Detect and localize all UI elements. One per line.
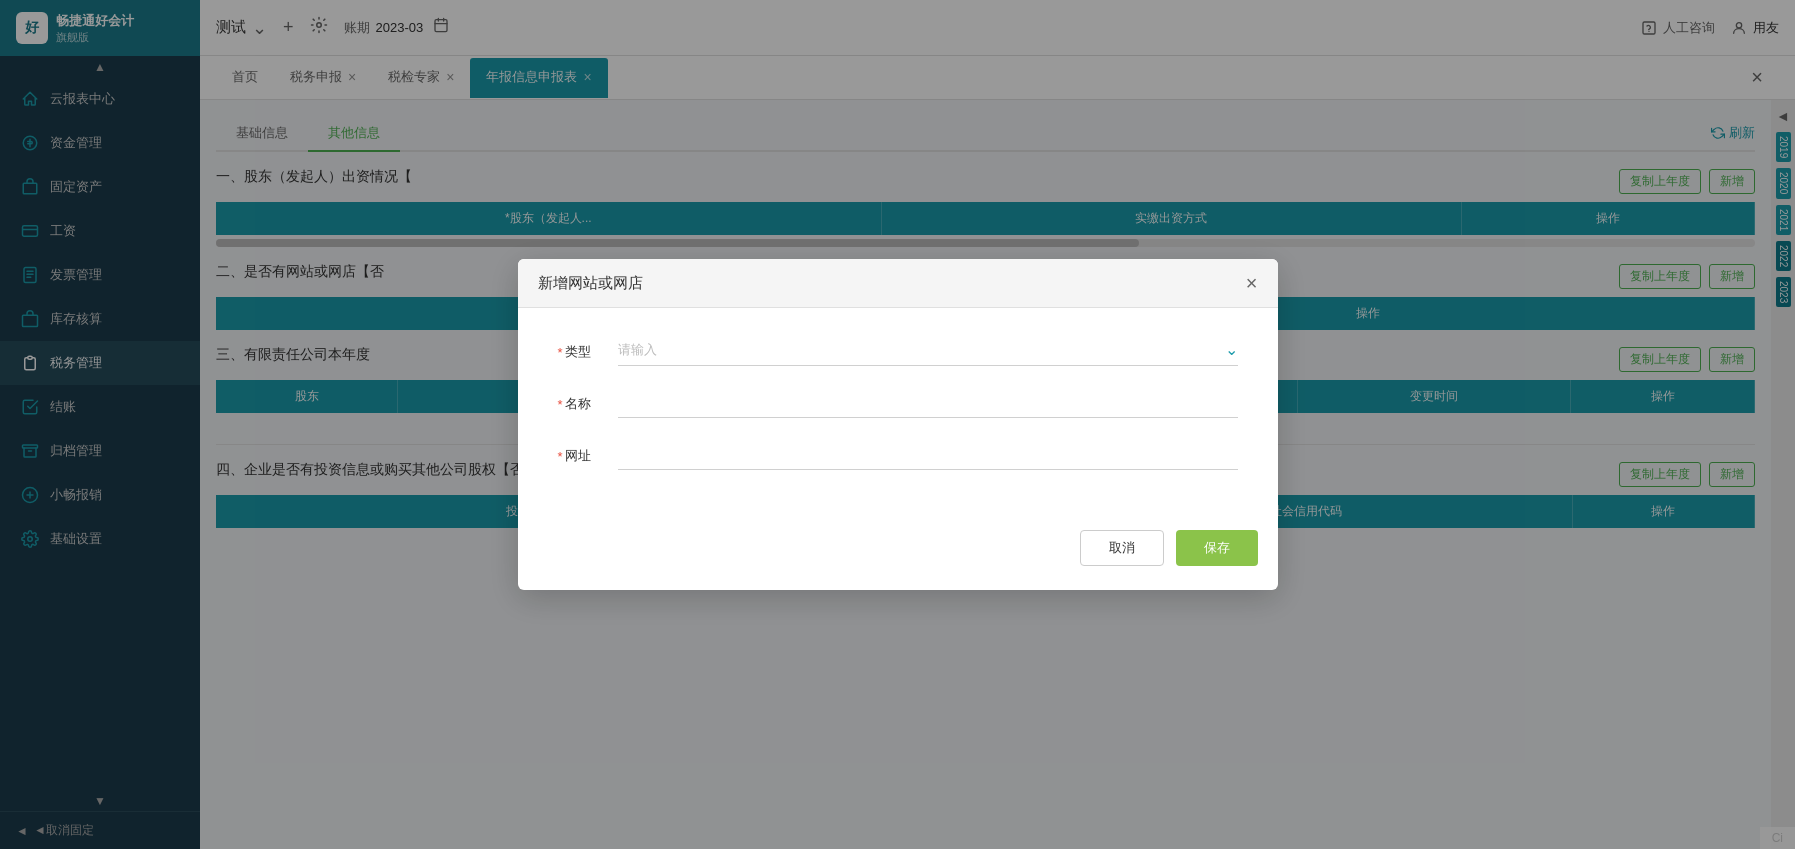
modal-type-row: * 类型 ⌄ xyxy=(558,338,1238,366)
modal-type-input[interactable] xyxy=(618,338,1225,361)
modal-header: 新增网站或网店 × xyxy=(518,259,1278,308)
modal-field-type: * 类型 ⌄ xyxy=(558,338,1238,366)
modal-name-row: * 名称 xyxy=(558,390,1238,418)
modal-url-input-wrap xyxy=(618,442,1238,470)
modal-name-input-wrap xyxy=(618,390,1238,418)
modal-field-url: * 网址 xyxy=(558,442,1238,470)
modal-url-input[interactable] xyxy=(618,442,1238,465)
modal-type-input-wrap: ⌄ xyxy=(618,338,1238,366)
modal-body: * 类型 ⌄ * 名称 xyxy=(518,308,1278,514)
modal-title: 新增网站或网店 xyxy=(538,274,643,293)
cancel-btn[interactable]: 取消 xyxy=(1080,530,1164,566)
modal-url-label: * 网址 xyxy=(558,447,618,465)
modal-name-input[interactable] xyxy=(618,390,1238,413)
save-btn[interactable]: 保存 xyxy=(1176,530,1258,566)
modal-type-label: * 类型 xyxy=(558,343,618,361)
url-required-star: * xyxy=(558,449,563,464)
modal-url-row: * 网址 xyxy=(558,442,1238,470)
modal-close-btn[interactable]: × xyxy=(1246,273,1258,293)
modal-field-name: * 名称 xyxy=(558,390,1238,418)
name-required-star: * xyxy=(558,397,563,412)
type-required-star: * xyxy=(558,345,563,360)
type-dropdown-icon[interactable]: ⌄ xyxy=(1225,340,1238,359)
modal-name-label: * 名称 xyxy=(558,395,618,413)
modal-overlay[interactable]: 新增网站或网店 × * 类型 ⌄ xyxy=(0,0,1795,849)
modal-footer: 取消 保存 xyxy=(518,514,1278,590)
modal-add-website: 新增网站或网店 × * 类型 ⌄ xyxy=(518,259,1278,590)
